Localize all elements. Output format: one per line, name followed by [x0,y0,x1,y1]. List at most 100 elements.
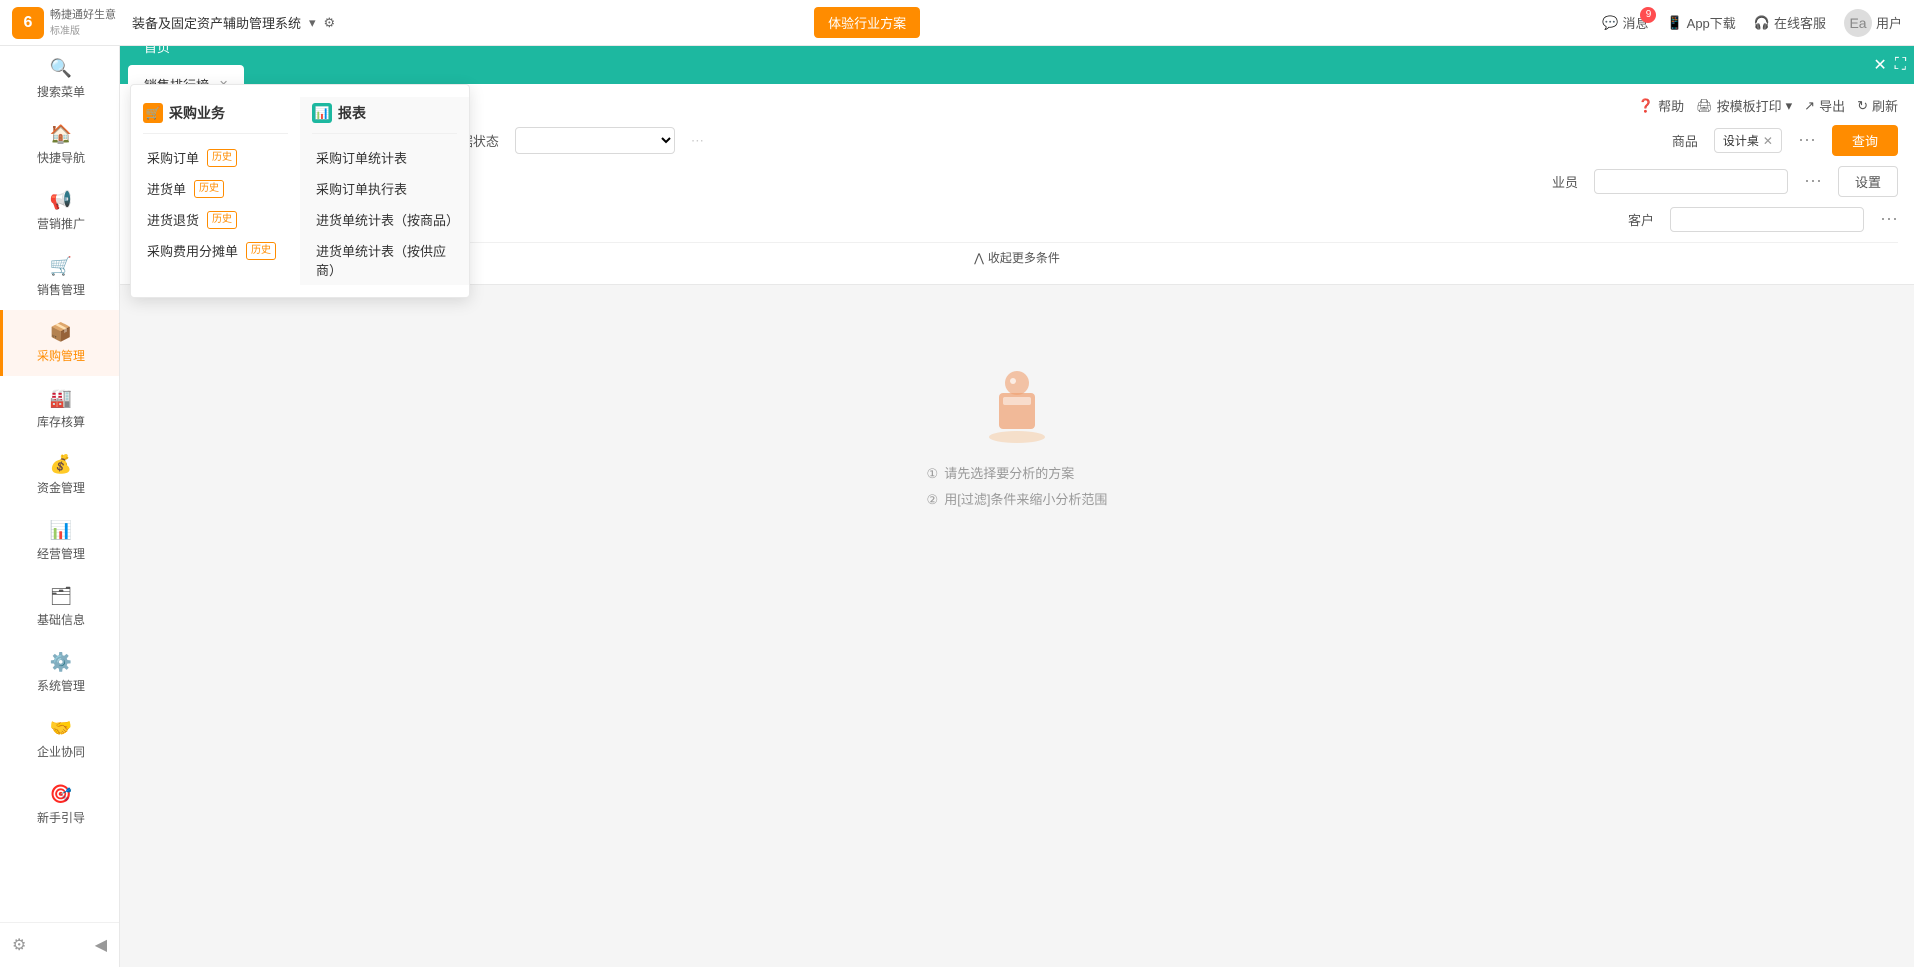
sidebar-label-newbie: 新手引导 [37,809,85,826]
sidebar-item-quick[interactable]: 🏠快捷导航 [0,112,119,178]
report-col-label: 报表 [338,103,366,123]
tab-bar: 首页销售排行榜✕ ✕ ⛶ [120,46,1914,84]
sidebar-item-newbie[interactable]: 🎯新手引导 [0,772,119,838]
purchase-col-icon: 🛒 [143,103,163,123]
sidebar-item-inventory[interactable]: 🏭 库存核算 [0,376,119,442]
sidebar-label-inventory: 库存核算 [37,413,85,430]
message-btn[interactable]: 💬 消息 9 [1602,13,1648,32]
settings-icon[interactable]: ⚙ [324,15,336,31]
tab-close-icon[interactable]: ✕ [1873,55,1886,75]
report-item-1[interactable]: 采购订单执行表 [312,173,457,204]
collapse-label: 收起更多条件 [988,249,1060,266]
tip-bullet-1: ① [927,461,939,487]
export-btn[interactable]: ↗ 导出 [1804,96,1845,115]
empty-state: ① 请先选择要分析的方案 ② 用[过滤]条件来缩小分析范围 [120,285,1914,593]
salesperson-ellipsis[interactable]: ⋯ [1804,171,1822,192]
report-items: 采购订单统计表采购订单执行表进货单统计表（按商品）进货单统计表（按供应商） [312,142,457,285]
sidebar-label-marketing: 营销推广 [37,215,85,232]
logo-sub: 标准版 [50,22,116,37]
system-title: 装备及固定资产辅助管理系统 [132,13,301,32]
purchase-col: 🛒 采购业务 采购订单历史进货单历史进货退货历史采购费用分摊单历史 [131,97,300,285]
report-item-2[interactable]: 进货单统计表（按商品） [312,204,457,235]
tip-text-2: 用[过滤]条件来缩小分析范围 [944,487,1107,513]
sidebar-icon-search: 🔍 [50,58,72,79]
purchase-dropdown-menu: 🛒 采购业务 采购订单历史进货单历史进货退货历史采购费用分摊单历史 📊 报表 采… [130,84,470,298]
refresh-btn[interactable]: ↻ 刷新 [1857,96,1898,115]
goods-tag-value: 设计桌 [1723,132,1759,149]
sidebar-item-collab[interactable]: 🤝 企业协同 [0,706,119,772]
sidebar-item-marketing[interactable]: 📢 营销推广 [0,178,119,244]
sidebar-settings-icon[interactable]: ⚙ [12,935,26,955]
customer-input[interactable] [1670,207,1864,232]
sidebar-item-purchase[interactable]: 📦采购管理 [0,310,119,376]
report-col-icon: 📊 [312,103,332,123]
goods-ellipsis[interactable]: ⋯ [1798,130,1816,151]
tip-bullet-2: ② [927,487,939,513]
phone-icon: 📱 [1666,15,1682,31]
settings-btn[interactable]: 设置 [1838,166,1898,197]
dropdown-cols: 🛒 采购业务 采购订单历史进货单历史进货退货历史采购费用分摊单历史 📊 报表 采… [131,97,469,285]
tab-expand-icon[interactable]: ⛶ [1895,56,1906,74]
doc-status-select[interactable] [515,127,675,154]
message-badge: 9 [1640,7,1656,23]
customer-label: 客户 [1628,210,1654,229]
report-col: 📊 报表 采购订单统计表采购订单执行表进货单统计表（按商品）进货单统计表（按供应… [300,97,469,285]
logo-text: 畅捷通好生意 [50,8,116,22]
online-service-label: 在线客服 [1774,13,1826,32]
sidebar-icon-marketing: 📢 [50,190,72,211]
query-btn[interactable]: 查询 [1832,125,1898,156]
goods-tag-close[interactable]: ✕ [1763,134,1773,148]
purchase-item-3[interactable]: 采购费用分摊单历史 [143,235,288,266]
sidebar-item-search[interactable]: 🔍搜索菜单 [0,46,119,112]
customer-ellipsis[interactable]: ⋯ [1880,209,1898,230]
purchase-col-title: 🛒 采购业务 [143,97,288,134]
sidebar-icon-purchase: 📦 [50,322,72,343]
sidebar-item-system[interactable]: ⚙️系统管理 [0,640,119,706]
sidebar-label-operation: 经营管理 [37,545,85,562]
headset-icon: 🎧 [1754,15,1770,31]
online-service-btn[interactable]: 🎧 在线客服 [1754,13,1826,32]
logo-area: 6 畅捷通好生意 标准版 [12,7,132,39]
refresh-label: 刷新 [1872,96,1898,115]
salesperson-input[interactable] [1594,169,1788,194]
sidebar-icon-collab: 🤝 [50,718,72,739]
sidebar-icon-inventory: 🏭 [50,388,72,409]
industry-btn[interactable]: 体验行业方案 [814,7,920,38]
sidebar-label-basic: 基础信息 [37,611,85,628]
print-label: 按模板打印 [1717,96,1782,115]
print-btn[interactable]: 🖨 按模板打印 ▾ [1696,96,1792,115]
sidebar-label-sales: 销售管理 [37,281,85,298]
system-dropdown-icon[interactable]: ▾ [309,15,316,31]
report-item-3[interactable]: 进货单统计表（按供应商） [312,235,457,285]
sidebar-icon-finance: 💰 [50,454,72,475]
sidebar-item-finance[interactable]: 💰资金管理 [0,442,119,508]
purchase-item-0[interactable]: 采购订单历史 [143,142,288,173]
collapse-up-icon: ⋀ [974,251,984,265]
tip-text-1: 请先选择要分析的方案 [944,461,1074,487]
print-dropdown-icon[interactable]: ▾ [1786,98,1793,114]
goods-label: 商品 [1672,131,1698,150]
tab-bar-right: ✕ ⛶ [1873,55,1906,75]
export-icon: ↗ [1804,98,1815,114]
app-download-btn[interactable]: 📱 App下载 [1666,13,1735,32]
sidebar-item-sales[interactable]: 🛒销售管理 [0,244,119,310]
sidebar-item-operation[interactable]: 📊 经营管理 [0,508,119,574]
top-bar: 6 畅捷通好生意 标准版 装备及固定资产辅助管理系统 ▾ ⚙ 体验行业方案 💬 … [0,0,1914,46]
goods-tag: 设计桌 ✕ [1714,128,1782,153]
help-label: 帮助 [1658,96,1684,115]
sidebar-collapse-icon[interactable]: ◀ [95,935,107,955]
purchase-item-2[interactable]: 进货退货历史 [143,204,288,235]
message-icon: 💬 [1602,15,1618,31]
help-btn[interactable]: ❓ 帮助 [1638,96,1684,115]
sidebar-item-basic[interactable]: 🗂基础信息 [0,574,119,640]
help-icon: ❓ [1638,98,1654,114]
sidebar-label-collab: 企业协同 [37,743,85,760]
report-item-0[interactable]: 采购订单统计表 [312,142,457,173]
empty-tips: ① 请先选择要分析的方案 ② 用[过滤]条件来缩小分析范围 [927,461,1108,513]
refresh-icon: ↻ [1857,98,1868,114]
sidebar-icon-operation: 📊 [50,520,72,541]
sidebar-label-system: 系统管理 [37,677,85,694]
purchase-item-1[interactable]: 进货单历史 [143,173,288,204]
user-btn[interactable]: Ea 用户 [1844,9,1902,37]
doc-status-ellipsis[interactable]: ⋯ [691,133,704,149]
